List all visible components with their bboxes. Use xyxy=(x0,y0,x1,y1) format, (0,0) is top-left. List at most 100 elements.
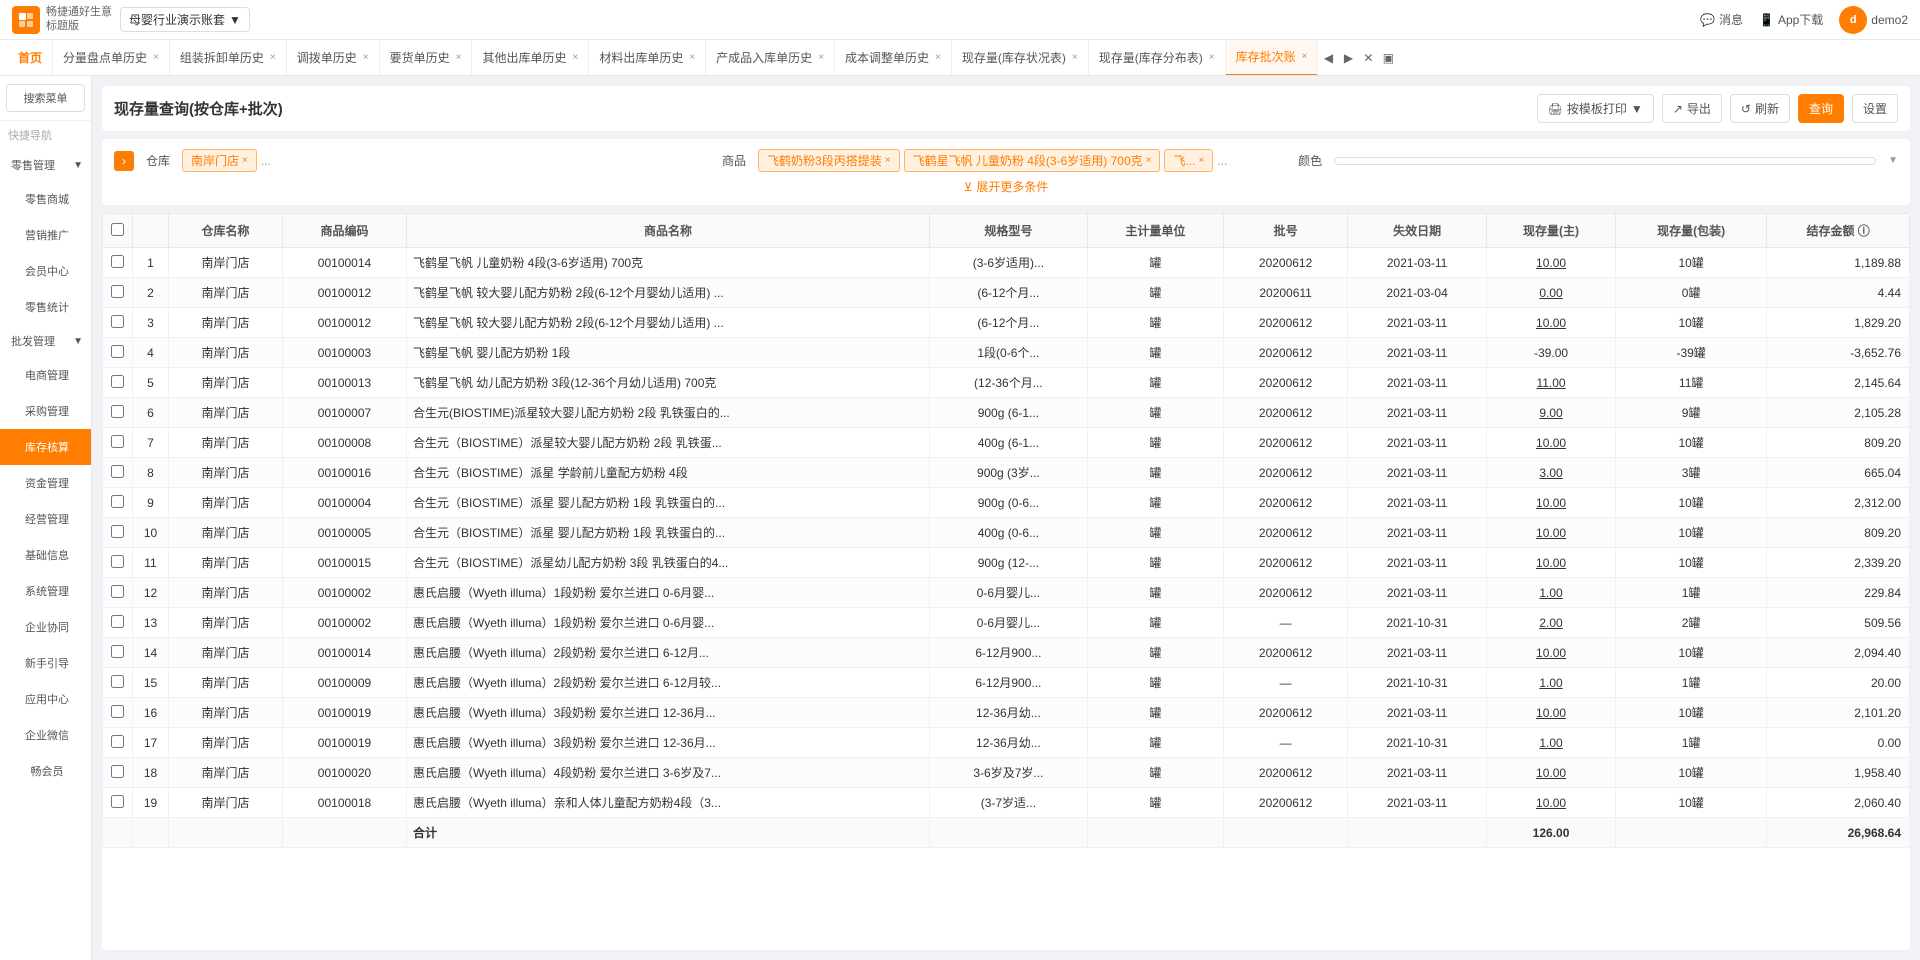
row-checkbox[interactable] xyxy=(111,345,124,358)
product-more-dots[interactable]: ... xyxy=(1217,154,1227,168)
row-checkbox[interactable] xyxy=(111,705,124,718)
cell-qty-main[interactable]: 10.00 xyxy=(1487,698,1616,728)
search-menu-button[interactable]: 搜索菜单 xyxy=(6,84,85,112)
tab-cai-liao[interactable]: 材料出库单历史 × xyxy=(589,40,706,76)
tab-xian-cun-fen[interactable]: 现存量(库存分布表) × xyxy=(1089,40,1226,76)
tab-cheng-ben-close[interactable]: × xyxy=(935,52,941,63)
tab-fen-pan-close[interactable]: × xyxy=(153,52,159,63)
cell-qty-main[interactable]: 3.00 xyxy=(1487,458,1616,488)
tab-zu-chai[interactable]: 组装拆卸单历史 × xyxy=(170,40,287,76)
row-checkbox[interactable] xyxy=(111,555,124,568)
cell-qty-main[interactable]: 1.00 xyxy=(1487,578,1616,608)
sidebar-item-ji-chu[interactable]: 基础信息 xyxy=(0,537,91,573)
sidebar-item-hui-yuan[interactable]: 会员中心 xyxy=(0,253,91,289)
row-checkbox[interactable] xyxy=(111,615,124,628)
warehouse-more-dots[interactable]: ... xyxy=(261,154,271,168)
tab-xian-cun-ku-close[interactable]: × xyxy=(1072,52,1078,63)
cell-qty-main[interactable]: 1.00 xyxy=(1487,728,1616,758)
settings-button[interactable]: 设置 xyxy=(1852,94,1898,123)
warehouse-selector[interactable]: 母婴行业演示账套 ▼ xyxy=(120,7,250,32)
user-profile[interactable]: d demo2 xyxy=(1839,6,1908,34)
row-checkbox[interactable] xyxy=(111,435,124,448)
row-checkbox[interactable] xyxy=(111,525,124,538)
tab-prev-button[interactable]: ◀ xyxy=(1318,40,1338,76)
tab-chan-cheng-close[interactable]: × xyxy=(818,52,824,63)
sidebar-item-ying-yong[interactable]: 应用中心 xyxy=(0,681,91,717)
row-checkbox[interactable] xyxy=(111,675,124,688)
tab-home[interactable]: 首页 xyxy=(8,40,53,76)
cell-qty-main[interactable]: 9.00 xyxy=(1487,398,1616,428)
cell-qty-main[interactable]: 10.00 xyxy=(1487,308,1616,338)
tab-yao-huo-close[interactable]: × xyxy=(456,52,462,63)
tab-xian-cun-fen-close[interactable]: × xyxy=(1209,52,1215,63)
row-checkbox[interactable] xyxy=(111,465,124,478)
warehouse-tag-close[interactable]: × xyxy=(242,155,248,166)
tab-fen-pan[interactable]: 分量盘点单历史 × xyxy=(53,40,170,76)
row-checkbox[interactable] xyxy=(111,765,124,778)
row-checkbox[interactable] xyxy=(111,585,124,598)
cell-qty-main[interactable]: 0.00 xyxy=(1487,278,1616,308)
sidebar-item-ying-xiao[interactable]: 营销推广 xyxy=(0,217,91,253)
row-checkbox[interactable] xyxy=(111,645,124,658)
refresh-button[interactable]: ↺ 刷新 xyxy=(1730,94,1790,123)
color-input[interactable] xyxy=(1334,157,1876,165)
cell-qty-main[interactable]: 11.00 xyxy=(1487,368,1616,398)
cell-qty-main[interactable]: 10.00 xyxy=(1487,428,1616,458)
cell-qty-main[interactable]: 10.00 xyxy=(1487,248,1616,278)
sidebar-item-ling-shou-shang-cheng[interactable]: 零售商城 xyxy=(0,181,91,217)
cell-qty-main[interactable]: 10.00 xyxy=(1487,488,1616,518)
cell-qty-main[interactable]: 10.00 xyxy=(1487,638,1616,668)
tab-yao-huo[interactable]: 要货单历史 × xyxy=(380,40,473,76)
tab-close-all-button[interactable]: ✕ xyxy=(1358,40,1378,76)
cell-qty-main[interactable]: 2.00 xyxy=(1487,608,1616,638)
sidebar-item-chang-hui-yuan[interactable]: 畅会员 xyxy=(0,753,91,789)
sidebar-item-xin-shou[interactable]: 新手引导 xyxy=(0,645,91,681)
expand-more-button[interactable]: ⊻ 展开更多条件 xyxy=(114,178,1898,195)
tab-cai-liao-close[interactable]: × xyxy=(689,52,695,63)
messages-button[interactable]: 💬 消息 xyxy=(1700,11,1743,28)
cell-qty-main[interactable]: 10.00 xyxy=(1487,548,1616,578)
print-button[interactable]: 🖨 按模板打印 ▼ xyxy=(1537,94,1654,123)
sidebar-item-cai-gou[interactable]: 采购管理 xyxy=(0,393,91,429)
sidebar-item-zi-jin[interactable]: 资金管理 xyxy=(0,465,91,501)
select-all-checkbox[interactable] xyxy=(111,223,124,236)
sidebar-item-qi-ye-wei-xin[interactable]: 企业微信 xyxy=(0,717,91,753)
cell-qty-main[interactable]: 10.00 xyxy=(1487,518,1616,548)
row-checkbox[interactable] xyxy=(111,375,124,388)
tab-pi-ci[interactable]: 库存批次账 × xyxy=(1226,40,1319,76)
tab-menu-button[interactable]: ▣ xyxy=(1378,40,1398,76)
row-checkbox[interactable] xyxy=(111,735,124,748)
sidebar-item-xi-tong[interactable]: 系统管理 xyxy=(0,573,91,609)
tab-xian-cun-ku[interactable]: 现存量(库存状况表) × xyxy=(952,40,1089,76)
sidebar-item-ling-shou-guan-li[interactable]: 零售管理 ▼ xyxy=(0,149,91,181)
tab-qi-ta[interactable]: 其他出库单历史 × xyxy=(472,40,589,76)
tab-tiao-bo[interactable]: 调拨单历史 × xyxy=(287,40,380,76)
sidebar-item-ling-shou-tong-ji[interactable]: 零售统计 xyxy=(0,289,91,325)
sidebar-item-pi-fa[interactable]: 批发管理 ▼ xyxy=(0,325,91,357)
cell-qty-main[interactable]: 10.00 xyxy=(1487,788,1616,818)
row-checkbox[interactable] xyxy=(111,495,124,508)
filter-expand-button[interactable]: › xyxy=(114,151,134,171)
sidebar-item-jing-ying[interactable]: 经营管理 xyxy=(0,501,91,537)
row-checkbox[interactable] xyxy=(111,285,124,298)
sidebar-item-qi-ye-xie-tong[interactable]: 企业协同 xyxy=(0,609,91,645)
product-tag-2-close[interactable]: × xyxy=(1146,155,1152,166)
cell-qty-main[interactable]: 1.00 xyxy=(1487,668,1616,698)
product-tag-1-close[interactable]: × xyxy=(885,155,891,166)
tab-cheng-ben[interactable]: 成本调整单历史 × xyxy=(835,40,952,76)
row-checkbox[interactable] xyxy=(111,255,124,268)
query-button[interactable]: 查询 xyxy=(1798,94,1844,123)
tab-qi-ta-close[interactable]: × xyxy=(572,52,578,63)
sidebar-item-dian-shang[interactable]: 电商管理 xyxy=(0,357,91,393)
tab-next-button[interactable]: ▶ xyxy=(1338,40,1358,76)
tab-pi-ci-close[interactable]: × xyxy=(1302,51,1308,62)
app-download-button[interactable]: 📱 App下载 xyxy=(1759,11,1823,28)
tab-zu-chai-close[interactable]: × xyxy=(270,52,276,63)
sidebar-item-ku-cun[interactable]: 库存核算 xyxy=(0,429,91,465)
export-button[interactable]: ↗ 导出 xyxy=(1662,94,1722,123)
row-checkbox[interactable] xyxy=(111,405,124,418)
tab-chan-cheng[interactable]: 产成品入库单历史 × xyxy=(706,40,835,76)
product-tag-3-close[interactable]: × xyxy=(1198,155,1204,166)
tab-tiao-bo-close[interactable]: × xyxy=(363,52,369,63)
row-checkbox[interactable] xyxy=(111,795,124,808)
